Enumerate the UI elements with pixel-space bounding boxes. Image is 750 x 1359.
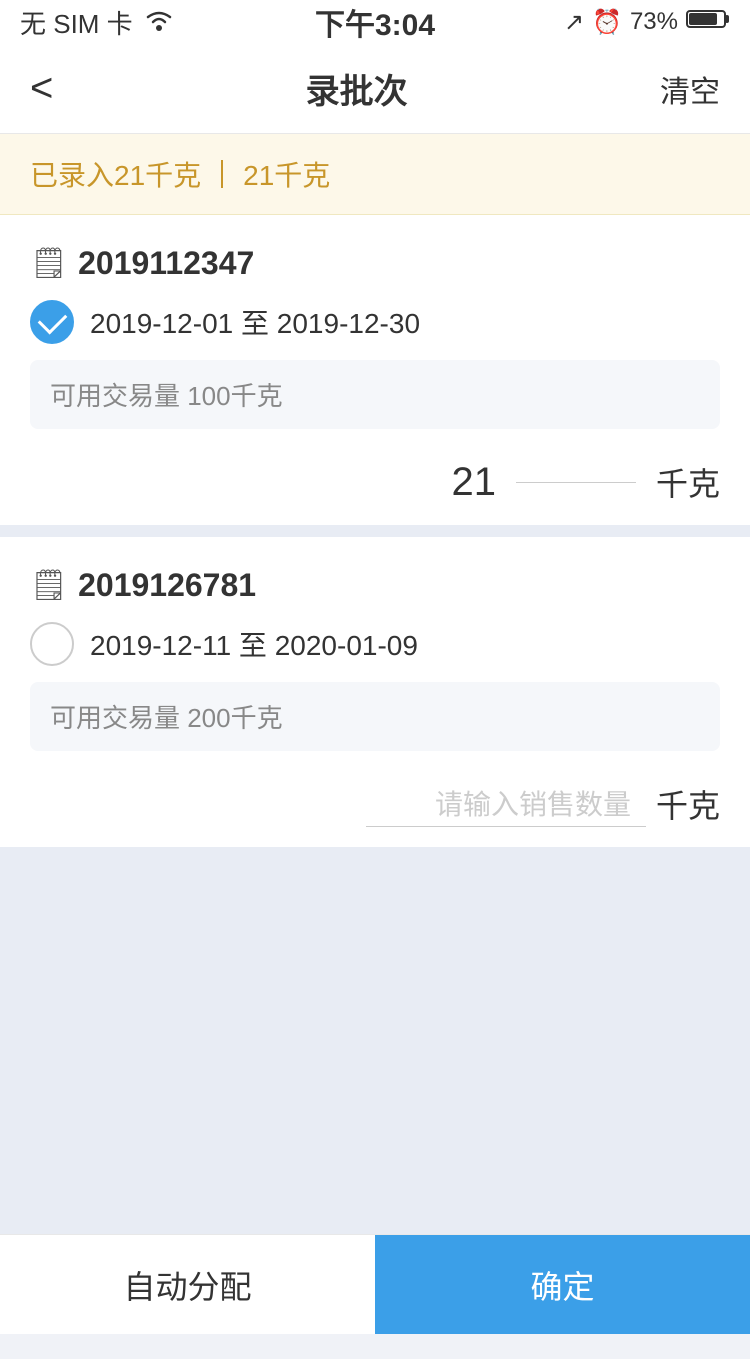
info-divider	[221, 160, 223, 188]
recorded-value: 21千克	[243, 154, 330, 194]
batch-date-2: 2019-12-11 至 2020-01-09	[90, 624, 418, 664]
batch-icon-1: 🗒	[30, 246, 68, 281]
location-icon: ↗	[564, 8, 584, 37]
clear-button[interactable]: 清空	[660, 67, 720, 111]
batch-header-1: 🗒 2019112347	[0, 215, 750, 292]
nav-bar: < 录批次 清空	[0, 44, 750, 134]
batch-id-1: 2019112347	[78, 245, 254, 282]
empty-area	[0, 859, 750, 1259]
back-button[interactable]: <	[30, 66, 53, 111]
batch-unit-2: 千克	[656, 781, 720, 827]
sim-status: 无 SIM 卡	[20, 4, 133, 41]
separator-2	[0, 847, 750, 859]
status-bar: 无 SIM 卡 下午3:04 ↗ ⏰ 73%	[0, 0, 750, 44]
info-banner: 已录入21千克 21千克	[0, 134, 750, 215]
batch-input-row-1: 21 千克	[0, 449, 750, 525]
page-title: 录批次	[306, 64, 408, 113]
batch-quantity-input-2[interactable]	[366, 781, 646, 827]
bottom-bar: 自动分配 确定	[0, 1234, 750, 1334]
batch-icon-2: 🗒	[30, 568, 68, 603]
batch-input-row-2: 千克	[0, 771, 750, 847]
recorded-label: 已录入21千克	[30, 154, 201, 194]
batch-card-2: 🗒 2019126781 2019-12-11 至 2020-01-09 可用交…	[0, 537, 750, 847]
batch-row-2[interactable]: 2019-12-11 至 2020-01-09	[0, 614, 750, 674]
confirm-button[interactable]: 确定	[375, 1235, 750, 1334]
status-time: 下午3:04	[315, 0, 435, 44]
batch-date-1: 2019-12-01 至 2019-12-30	[90, 302, 420, 342]
separator-1	[0, 525, 750, 537]
content-area: 🗒 2019112347 2019-12-01 至 2019-12-30 可用交…	[0, 215, 750, 1359]
battery-icon	[686, 8, 730, 37]
radio-checked-1[interactable]	[30, 300, 74, 344]
batch-available-2: 可用交易量 200千克	[30, 682, 720, 751]
alarm-icon: ⏰	[592, 8, 622, 37]
batch-amount-1: 21	[451, 460, 496, 505]
batch-available-1: 可用交易量 100千克	[30, 360, 720, 429]
wifi-icon	[143, 7, 175, 38]
status-right: ↗ ⏰ 73%	[564, 8, 730, 37]
battery-percent: 73%	[630, 8, 678, 36]
batch-card-1: 🗒 2019112347 2019-12-01 至 2019-12-30 可用交…	[0, 215, 750, 525]
batch-id-2: 2019126781	[78, 567, 256, 604]
radio-unchecked-2[interactable]	[30, 622, 74, 666]
auto-distribute-button[interactable]: 自动分配	[0, 1235, 375, 1334]
batch-unit-1: 千克	[656, 459, 720, 505]
batch-header-2: 🗒 2019126781	[0, 537, 750, 614]
status-left: 无 SIM 卡	[20, 4, 175, 41]
batch-row-1[interactable]: 2019-12-01 至 2019-12-30	[0, 292, 750, 352]
